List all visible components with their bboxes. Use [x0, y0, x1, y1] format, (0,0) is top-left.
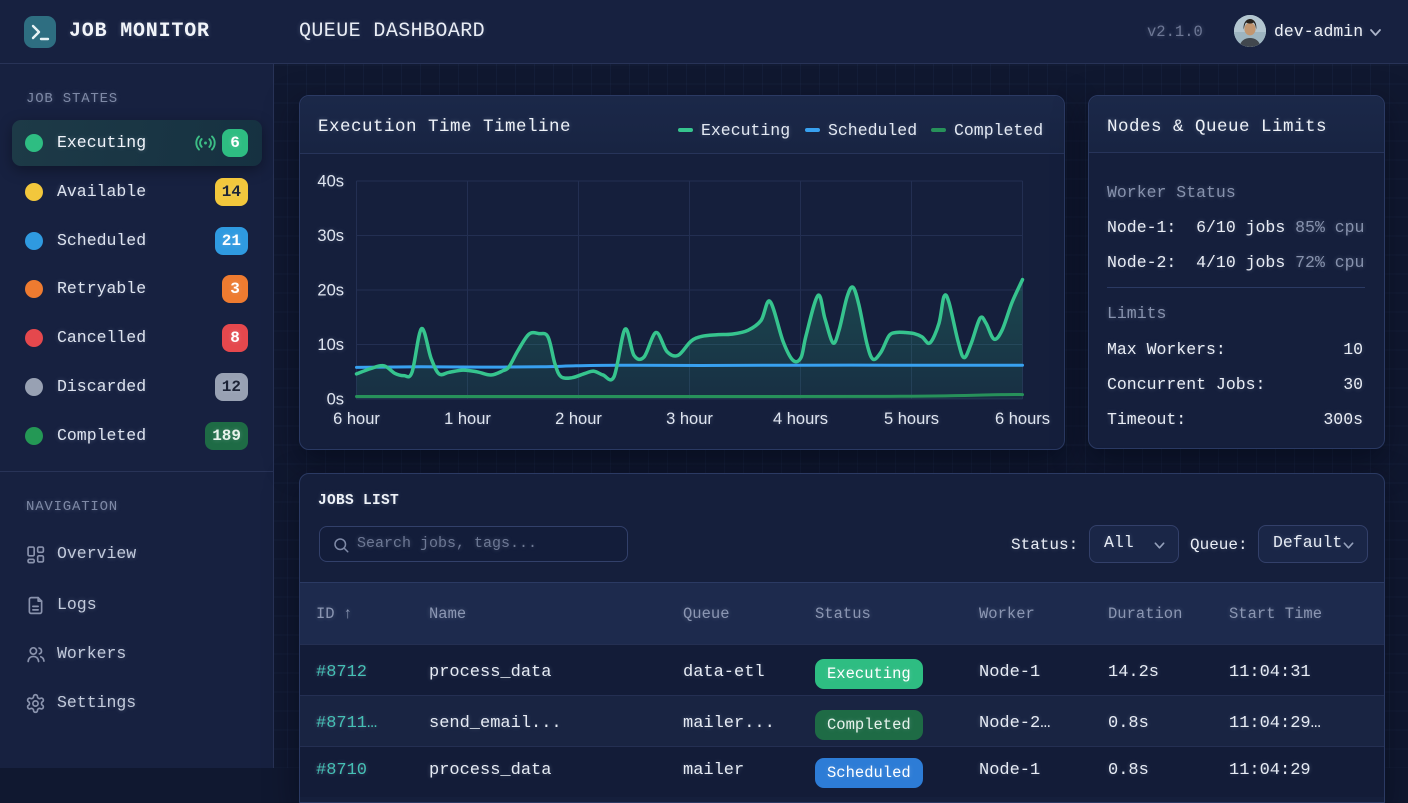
- svg-text:5 hours: 5 hours: [884, 410, 939, 428]
- svg-text:30s: 30s: [317, 227, 344, 245]
- svg-text:3 hour: 3 hour: [666, 410, 713, 428]
- svg-text:10s: 10s: [317, 336, 344, 354]
- svg-text:1 hour: 1 hour: [444, 410, 491, 428]
- svg-text:4 hours: 4 hours: [773, 410, 828, 428]
- svg-text:40s: 40s: [317, 173, 344, 191]
- svg-text:20s: 20s: [317, 282, 344, 300]
- svg-text:6 hours: 6 hours: [995, 410, 1050, 428]
- svg-text:0s: 0s: [327, 391, 344, 409]
- svg-text:6 hour: 6 hour: [333, 410, 380, 428]
- svg-text:2 hour: 2 hour: [555, 410, 602, 428]
